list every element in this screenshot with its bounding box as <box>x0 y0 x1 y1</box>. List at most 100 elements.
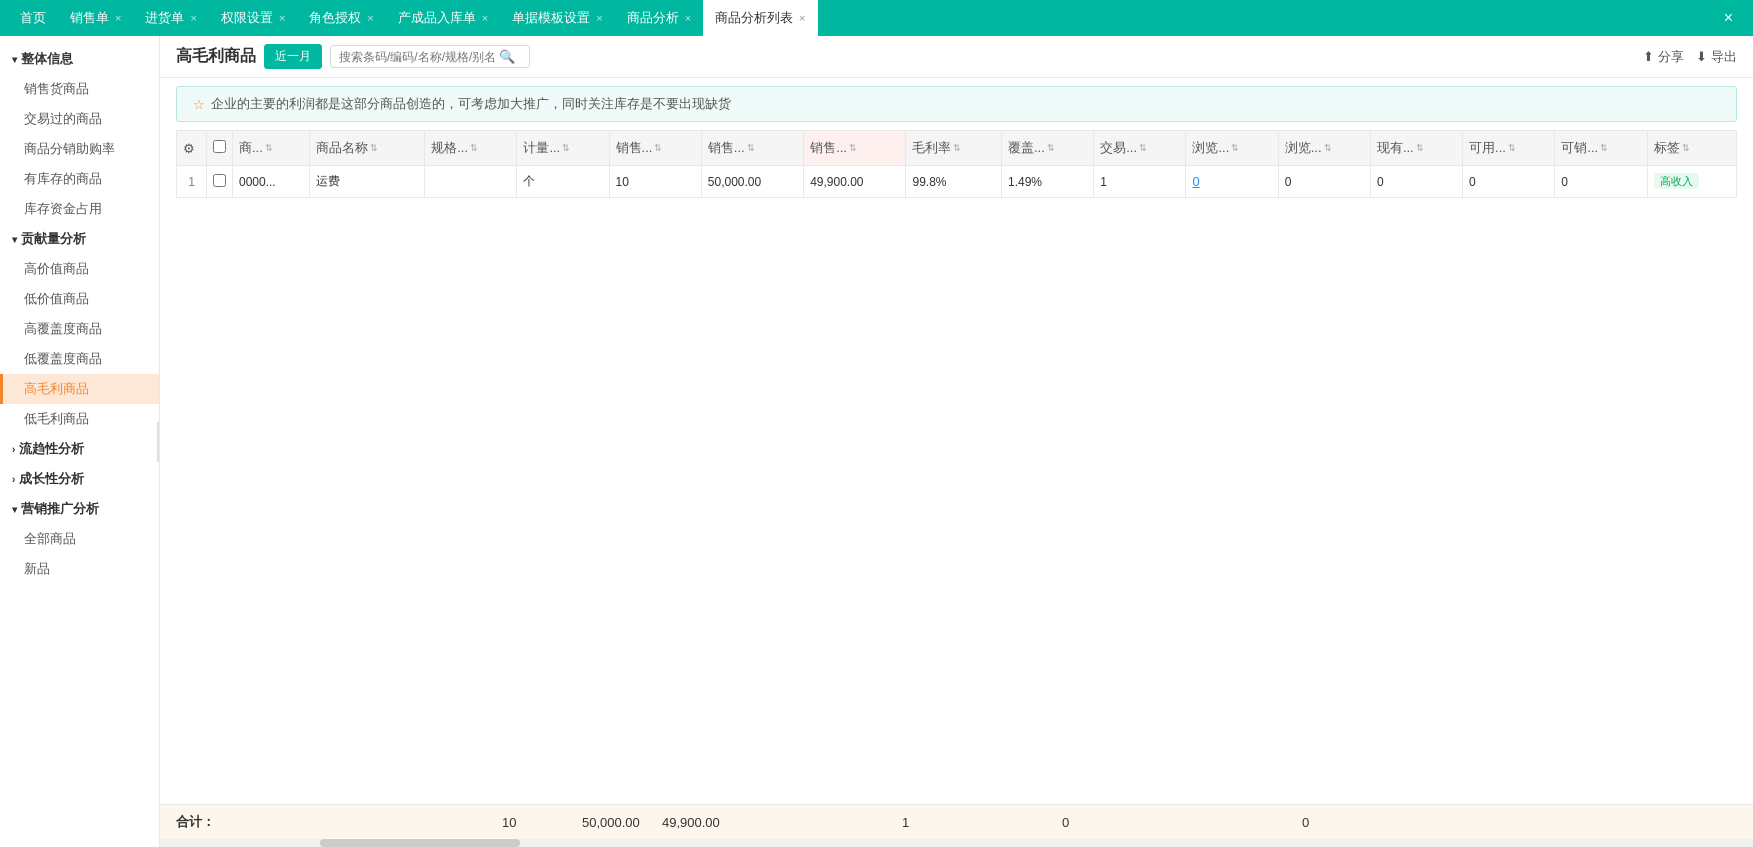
close-product-inbound-icon[interactable]: × <box>482 12 488 24</box>
nav-role-auth[interactable]: 角色授权 × <box>297 0 385 36</box>
col-browse2[interactable]: 浏览...⇅ <box>1278 131 1370 166</box>
col-name[interactable]: 商品名称⇅ <box>309 131 425 166</box>
sidebar-item-assist-rate[interactable]: 商品分销助购率 <box>0 134 159 164</box>
row-available: 0 <box>1463 166 1555 198</box>
sort-browse1-icon: ⇅ <box>1231 143 1239 153</box>
row-transaction: 1 <box>1094 166 1186 198</box>
sort-current-stock-icon: ⇅ <box>1416 143 1424 153</box>
sidebar-item-low-coverage[interactable]: 低覆盖度商品 <box>0 344 159 374</box>
arrow-growth-icon: › <box>12 474 15 485</box>
horizontal-scrollbar[interactable] <box>160 839 1753 847</box>
sidebar-item-sales-goods[interactable]: 销售货商品 <box>0 74 159 104</box>
row-checkbox[interactable] <box>213 174 226 187</box>
footer-sellable: 0 <box>1296 815 1376 830</box>
share-button[interactable]: ⬆ 分享 <box>1643 48 1684 66</box>
sort-sales-qty-icon: ⇅ <box>654 143 662 153</box>
sidebar-item-traded-goods[interactable]: 交易过的商品 <box>0 104 159 134</box>
sidebar-item-low-value[interactable]: 低价值商品 <box>0 284 159 314</box>
col-browse1[interactable]: 浏览...⇅ <box>1186 131 1278 166</box>
row-browse1[interactable]: 0 <box>1186 166 1278 198</box>
sort-tag-icon: ⇅ <box>1682 143 1690 153</box>
col-coverage[interactable]: 覆盖...⇅ <box>1002 131 1094 166</box>
nav-purchase-order[interactable]: 进货单 × <box>133 0 208 36</box>
col-tag[interactable]: 标签⇅ <box>1647 131 1736 166</box>
nav-product-analysis[interactable]: 商品分析 × <box>615 0 703 36</box>
col-available[interactable]: 可用...⇅ <box>1463 131 1555 166</box>
col-sales-profit[interactable]: 销售...⇅ <box>804 131 906 166</box>
export-button[interactable]: ⬇ 导出 <box>1696 48 1737 66</box>
col-sellable[interactable]: 可销...⇅ <box>1555 131 1647 166</box>
row-checkbox-cell[interactable] <box>207 166 233 198</box>
search-input[interactable] <box>339 50 499 64</box>
footer-transaction: 1 <box>896 815 976 830</box>
row-browse2: 0 <box>1278 166 1370 198</box>
sort-sales-profit-icon: ⇅ <box>849 143 857 153</box>
nav-product-inbound[interactable]: 产成品入库单 × <box>386 0 500 36</box>
col-sales-amount[interactable]: 销售...⇅ <box>701 131 803 166</box>
sidebar: « ▾ 整体信息 销售货商品 交易过的商品 商品分销助购率 有库存的商品 库存资… <box>0 36 160 847</box>
sidebar-item-high-margin[interactable]: 高毛利商品 <box>0 374 159 404</box>
close-role-auth-icon[interactable]: × <box>367 12 373 24</box>
sort-spec-icon: ⇅ <box>470 143 478 153</box>
info-banner: ☆ 企业的主要的利润都是这部分商品创造的，可考虑加大推广，同时关注库存是不要出现… <box>176 86 1737 122</box>
sidebar-item-in-stock[interactable]: 有库存的商品 <box>0 164 159 194</box>
sidebar-group-trend[interactable]: › 流趋性分析 <box>0 434 159 464</box>
row-current-stock: 0 <box>1370 166 1462 198</box>
col-sales-qty[interactable]: 销售...⇅ <box>609 131 701 166</box>
close-purchase-order-icon[interactable]: × <box>190 12 196 24</box>
col-unit[interactable]: 计量...⇅ <box>517 131 609 166</box>
close-permission-icon[interactable]: × <box>279 12 285 24</box>
sidebar-item-all-goods[interactable]: 全部商品 <box>0 524 159 554</box>
content-area: 高毛利商品 近一月 🔍 ⬆ 分享 ⬇ 导出 ☆ 企业的主要的利润都是这部分 <box>160 36 1753 847</box>
nav-product-analysis-list[interactable]: 商品分析列表 × <box>703 0 817 36</box>
nav-sales-order[interactable]: 销售单 × <box>58 0 133 36</box>
page-title: 高毛利商品 <box>176 46 256 67</box>
nav-home[interactable]: 首页 <box>8 0 58 36</box>
scrollbar-thumb[interactable] <box>320 839 520 847</box>
filter-recent-month-button[interactable]: 近一月 <box>264 44 322 69</box>
select-all-checkbox[interactable] <box>213 140 226 153</box>
row-sales-profit: 49,900.00 <box>804 166 906 198</box>
header-actions: ⬆ 分享 ⬇ 导出 <box>1643 48 1737 66</box>
sidebar-collapse-button[interactable]: « <box>157 422 160 462</box>
col-code[interactable]: 商...⇅ <box>233 131 310 166</box>
close-product-analysis-icon[interactable]: × <box>685 12 691 24</box>
table-wrapper: ⚙ 商...⇅ 商品名称⇅ 规格...⇅ 计量...⇅ 销售...⇅ 销售...… <box>160 130 1753 804</box>
sort-transaction-icon: ⇅ <box>1139 143 1147 153</box>
footer-available <box>1216 815 1296 830</box>
sidebar-group-contribution[interactable]: ▾ 贡献量分析 <box>0 224 159 254</box>
sidebar-item-high-value[interactable]: 高价值商品 <box>0 254 159 284</box>
sort-available-icon: ⇅ <box>1508 143 1516 153</box>
col-gross-margin[interactable]: 毛利率⇅ <box>906 131 1002 166</box>
sidebar-group-marketing[interactable]: ▾ 营销推广分析 <box>0 494 159 524</box>
close-product-analysis-list-icon[interactable]: × <box>799 12 805 24</box>
nav-permission-settings[interactable]: 权限设置 × <box>209 0 297 36</box>
footer-current-stock <box>1136 815 1216 830</box>
top-navigation: 首页 销售单 × 进货单 × 权限设置 × 角色授权 × 产成品入库单 × 单据… <box>0 0 1753 36</box>
close-sales-order-icon[interactable]: × <box>115 12 121 24</box>
col-transaction[interactable]: 交易...⇅ <box>1094 131 1186 166</box>
content-header: 高毛利商品 近一月 🔍 ⬆ 分享 ⬇ 导出 <box>160 36 1753 78</box>
export-icon: ⬇ <box>1696 49 1707 64</box>
search-box[interactable]: 🔍 <box>330 45 530 68</box>
nav-template-settings[interactable]: 单据模板设置 × <box>500 0 614 36</box>
sidebar-item-new-products[interactable]: 新品 <box>0 554 159 584</box>
table-footer: 合计： 10 50,000.00 49,900.00 1 0 0 <box>160 804 1753 839</box>
col-spec[interactable]: 规格...⇅ <box>425 131 517 166</box>
col-checkbox[interactable] <box>207 131 233 166</box>
sidebar-item-stock-capital[interactable]: 库存资金占用 <box>0 194 159 224</box>
sidebar-item-low-margin[interactable]: 低毛利商品 <box>0 404 159 434</box>
sidebar-group-growth[interactable]: › 成长性分析 <box>0 464 159 494</box>
search-icon[interactable]: 🔍 <box>499 49 515 64</box>
close-template-icon[interactable]: × <box>596 12 602 24</box>
window-close-button[interactable]: × <box>1712 9 1745 27</box>
product-table: ⚙ 商...⇅ 商品名称⇅ 规格...⇅ 计量...⇅ 销售...⇅ 销售...… <box>176 130 1737 198</box>
col-current-stock[interactable]: 现有...⇅ <box>1370 131 1462 166</box>
sidebar-group-overall[interactable]: ▾ 整体信息 <box>0 44 159 74</box>
table-row: 1 0000... 运费 个 10 50,000.00 49,900.00 99… <box>177 166 1737 198</box>
footer-columns: 10 50,000.00 49,900.00 1 0 0 <box>256 815 1737 830</box>
row-unit: 个 <box>517 166 609 198</box>
col-settings[interactable]: ⚙ <box>177 131 207 166</box>
sidebar-item-high-coverage[interactable]: 高覆盖度商品 <box>0 314 159 344</box>
sort-sellable-icon: ⇅ <box>1600 143 1608 153</box>
